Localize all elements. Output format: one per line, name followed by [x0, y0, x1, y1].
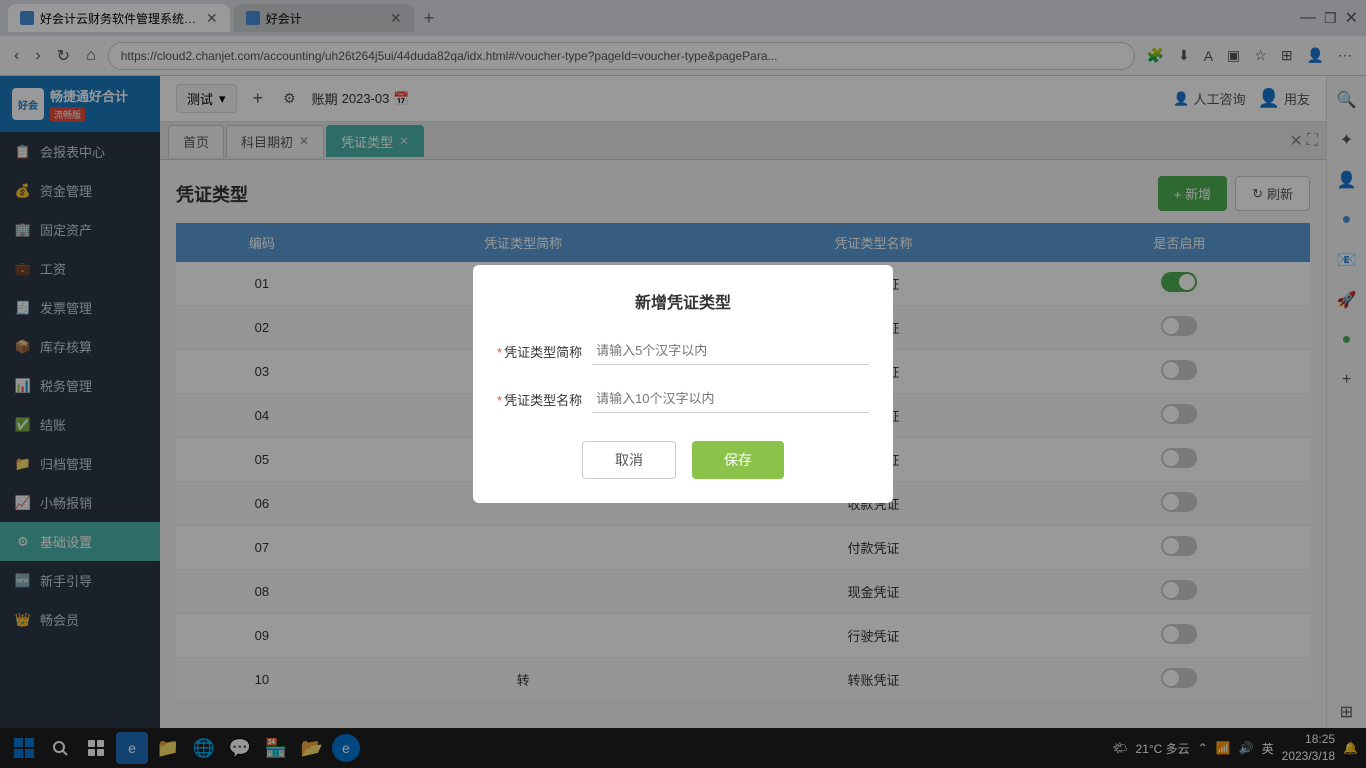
name-label: *凭证类型名称 [497, 390, 592, 409]
name-input[interactable] [592, 385, 869, 413]
name-required-mark: * [497, 393, 502, 408]
add-voucher-type-modal: 新增凭证类型 *凭证类型简称 *凭证类型名称 取消 保存 [473, 265, 893, 503]
modal-overlay: 新增凭证类型 *凭证类型简称 *凭证类型名称 取消 保存 [0, 0, 1366, 768]
abbr-label: *凭证类型简称 [497, 342, 592, 361]
abbr-required-mark: * [497, 345, 502, 360]
name-field-row: *凭证类型名称 [497, 385, 869, 413]
modal-title: 新增凭证类型 [497, 289, 869, 313]
abbr-input[interactable] [592, 337, 869, 365]
abbr-field-row: *凭证类型简称 [497, 337, 869, 365]
cancel-button[interactable]: 取消 [582, 441, 676, 479]
save-button[interactable]: 保存 [692, 441, 784, 479]
modal-actions: 取消 保存 [497, 441, 869, 479]
